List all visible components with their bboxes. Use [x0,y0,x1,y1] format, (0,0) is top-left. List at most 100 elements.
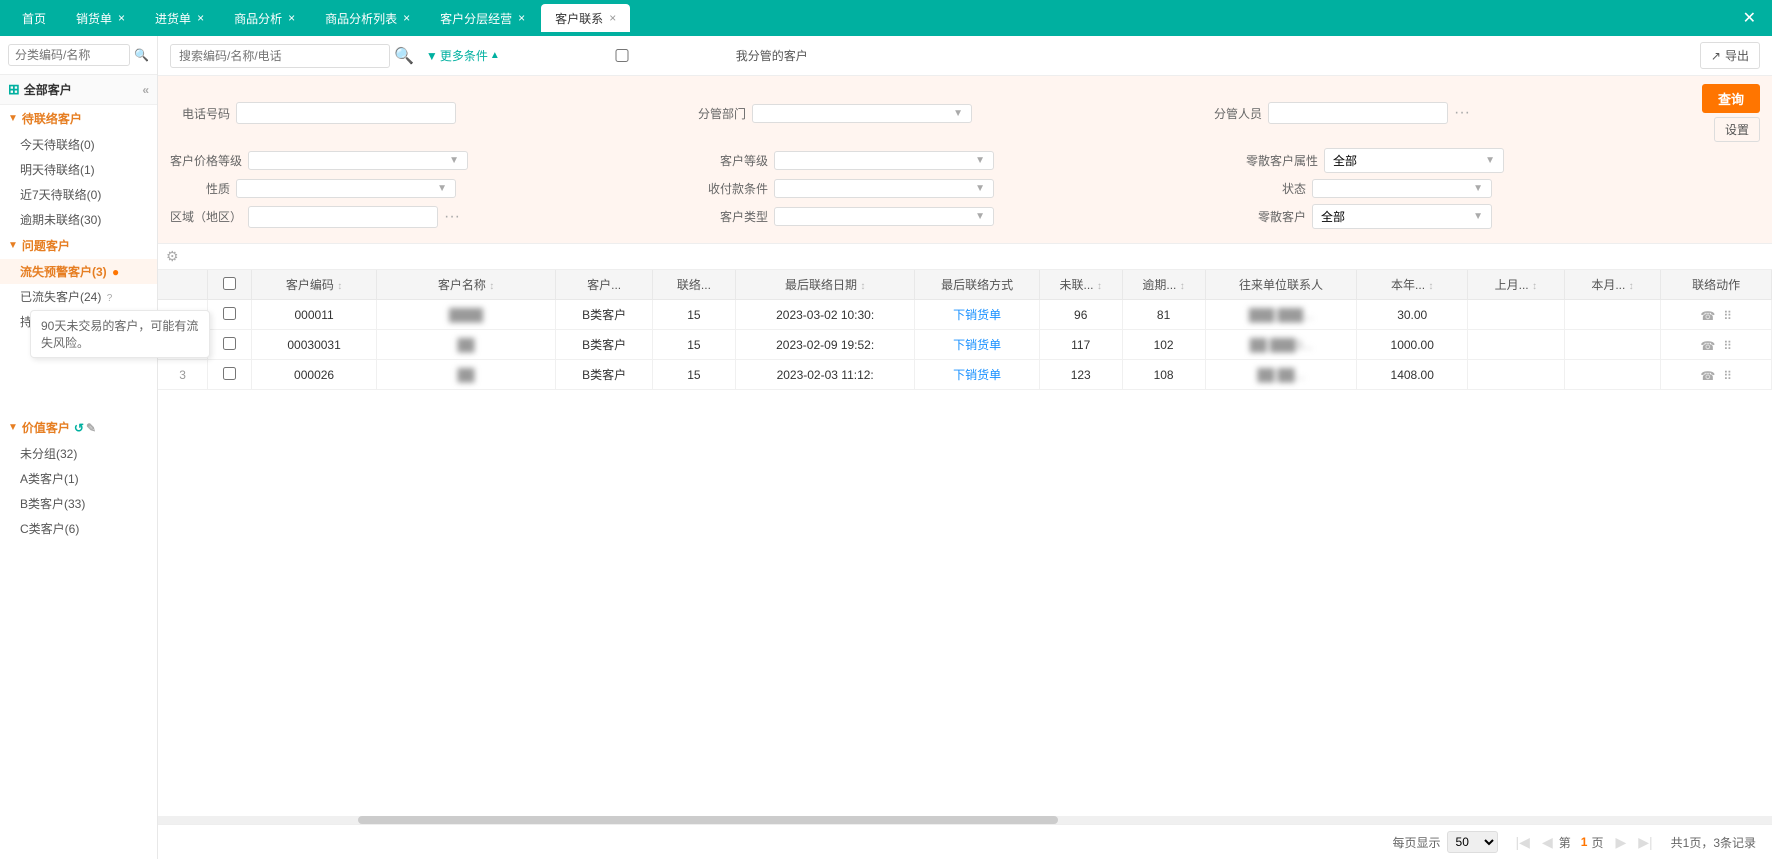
select-all-checkbox[interactable] [223,277,236,290]
sidebar-item-tomorrow[interactable]: 明天待联络(1) [0,157,157,182]
th-lastunit[interactable]: 往来单位联系人 [1205,270,1357,300]
cell-action[interactable]: ☎ ⠿ [1661,330,1772,360]
cust-level-select[interactable]: ▼ [774,151,994,170]
th-type[interactable]: 客户... [556,270,653,300]
pg-first-btn[interactable]: |◀ [1510,832,1536,853]
cell-lastway[interactable]: 下销货单 [915,330,1039,360]
payment-select[interactable]: ▼ [774,179,994,198]
action-icons[interactable]: ☎ ⠿ [1698,367,1734,383]
sidebar-group-pending-title[interactable]: ▼ 待联络客户 [0,105,157,132]
row-checkbox-2[interactable] [223,367,236,380]
sidebar-collapse-icon[interactable]: « [142,83,149,97]
pg-prev-btn[interactable]: ◀ [1536,832,1559,853]
zero-attr-select[interactable]: 全部 ▼ [1324,148,1504,173]
window-close-icon[interactable]: ✕ [1735,4,1764,32]
sidebar-search-input[interactable] [8,44,130,66]
zero-cust-select[interactable]: 全部 ▼ [1312,204,1492,229]
search-input[interactable] [170,44,390,68]
region-input[interactable] [248,206,438,228]
th-checkbox[interactable] [208,270,252,300]
cust-type-select[interactable]: ▼ [774,207,994,226]
more-action-icon[interactable]: ⠿ [1723,309,1732,323]
pg-last-btn[interactable]: ▶| [1632,832,1658,853]
cell-check[interactable] [208,330,252,360]
tab-analysis-list[interactable]: 商品分析列表 × [311,4,424,32]
cell-check[interactable] [208,300,252,330]
cell-lastway[interactable]: 下销货单 [915,360,1039,390]
contact-icon[interactable]: ☎ [1700,339,1715,353]
sidebar-root[interactable]: ⊞ 全部客户 « [0,75,157,105]
tab-analysis-close[interactable]: × [288,11,295,25]
sidebar-item-churned[interactable]: 已流失客户(24) ? [0,284,157,309]
th-contact[interactable]: 联络... [653,270,736,300]
edit-icon[interactable]: ✎ [86,421,96,435]
tab-customer-contact[interactable]: 客户联系 × [541,4,630,32]
contact-icon[interactable]: ☎ [1700,369,1715,383]
th-thisyear[interactable]: 本年... [1357,270,1468,300]
per-page-select[interactable]: 50 100 200 [1447,831,1498,853]
sidebar-item-7days[interactable]: 近7天待联络(0) [0,182,157,207]
sidebar-item-c-class[interactable]: C类客户(6) [0,516,157,541]
more-btn-2[interactable]: ··· [438,208,466,226]
filter-icon: ▼ [426,49,438,63]
horizontal-scrollbar[interactable] [158,816,1772,824]
more-action-icon[interactable]: ⠿ [1723,339,1732,353]
query-button[interactable]: 查询 [1702,84,1760,113]
th-thismonth[interactable]: 本月... [1564,270,1661,300]
th-overdue[interactable]: 逾期... [1122,270,1205,300]
action-icons[interactable]: ☎ ⠿ [1698,337,1734,353]
tab-analysis-list-close[interactable]: × [403,11,410,25]
more-action-icon[interactable]: ⠿ [1723,369,1732,383]
more-btn-1[interactable]: ··· [1448,104,1476,122]
th-lastmonth[interactable]: 上月... [1467,270,1564,300]
tab-customer-tier[interactable]: 客户分层经营 × [426,4,539,32]
tab-sales-close[interactable]: × [118,11,125,25]
sidebar-group-problem-title[interactable]: ▼ 问题客户 [0,232,157,259]
my-customers-checkbox[interactable]: 我分管的客户 [512,47,808,64]
tab-purchase[interactable]: 进货单 × [141,4,218,32]
cell-lastway[interactable]: 下销货单 [915,300,1039,330]
pg-next-btn[interactable]: ▶ [1609,832,1632,853]
data-table-wrapper[interactable]: 客户编码 客户名称 客户... 联络... 最后联络日期 [158,270,1772,816]
row-checkbox-1[interactable] [223,337,236,350]
tab-customer-tier-close[interactable]: × [518,11,525,25]
sidebar-item-a-class[interactable]: A类客户(1) [0,466,157,491]
sidebar-group-value-title[interactable]: ▼ 价值客户 ↺ ✎ [0,414,157,441]
my-customers-check[interactable] [512,49,732,62]
row-checkbox-0[interactable] [223,307,236,320]
dept-select[interactable]: ▼ [752,104,972,123]
nature-select[interactable]: ▼ [236,179,456,198]
th-lastway[interactable]: 最后联络方式 [915,270,1039,300]
person-input[interactable] [1268,102,1448,124]
more-conditions-button[interactable]: ▼ 更多条件 ▲ [426,47,500,64]
export-button[interactable]: ↗ 导出 [1700,42,1760,69]
phone-input[interactable] [236,102,456,124]
sidebar-item-b-class[interactable]: B类客户(33) [0,491,157,516]
cell-check[interactable] [208,360,252,390]
scrollbar-thumb[interactable] [358,816,1058,824]
settings-button[interactable]: 设置 [1714,117,1760,142]
table-settings-icon[interactable]: ⚙ [166,248,179,265]
sidebar-item-overdue[interactable]: 逾期未联络(30) [0,207,157,232]
tab-customer-contact-close[interactable]: × [609,11,616,25]
cell-action[interactable]: ☎ ⠿ [1661,360,1772,390]
tab-purchase-close[interactable]: × [197,11,204,25]
action-icons[interactable]: ☎ ⠿ [1698,307,1734,323]
th-code[interactable]: 客户编码 [252,270,376,300]
sidebar-item-ungroup[interactable]: 未分组(32) [0,441,157,466]
sidebar-item-churn-warning[interactable]: 流失预警客户(3) ● [0,259,157,284]
th-lastdate[interactable]: 最后联络日期 [735,270,915,300]
status-select[interactable]: ▼ [1312,179,1492,198]
th-name[interactable]: 客户名称 [376,270,556,300]
price-level-select[interactable]: ▼ [248,151,468,170]
refresh-icon[interactable]: ↺ [74,421,84,435]
tab-home[interactable]: 首页 [8,4,60,32]
tab-analysis[interactable]: 商品分析 × [220,4,309,32]
search-button[interactable]: 🔍 [394,46,414,66]
sidebar-item-today[interactable]: 今天待联络(0) [0,132,157,157]
cell-action[interactable]: ☎ ⠿ [1661,300,1772,330]
cell-name: ████ [376,300,556,330]
contact-icon[interactable]: ☎ [1700,309,1715,323]
th-unlink[interactable]: 未联... [1039,270,1122,300]
tab-sales[interactable]: 销货单 × [62,4,139,32]
